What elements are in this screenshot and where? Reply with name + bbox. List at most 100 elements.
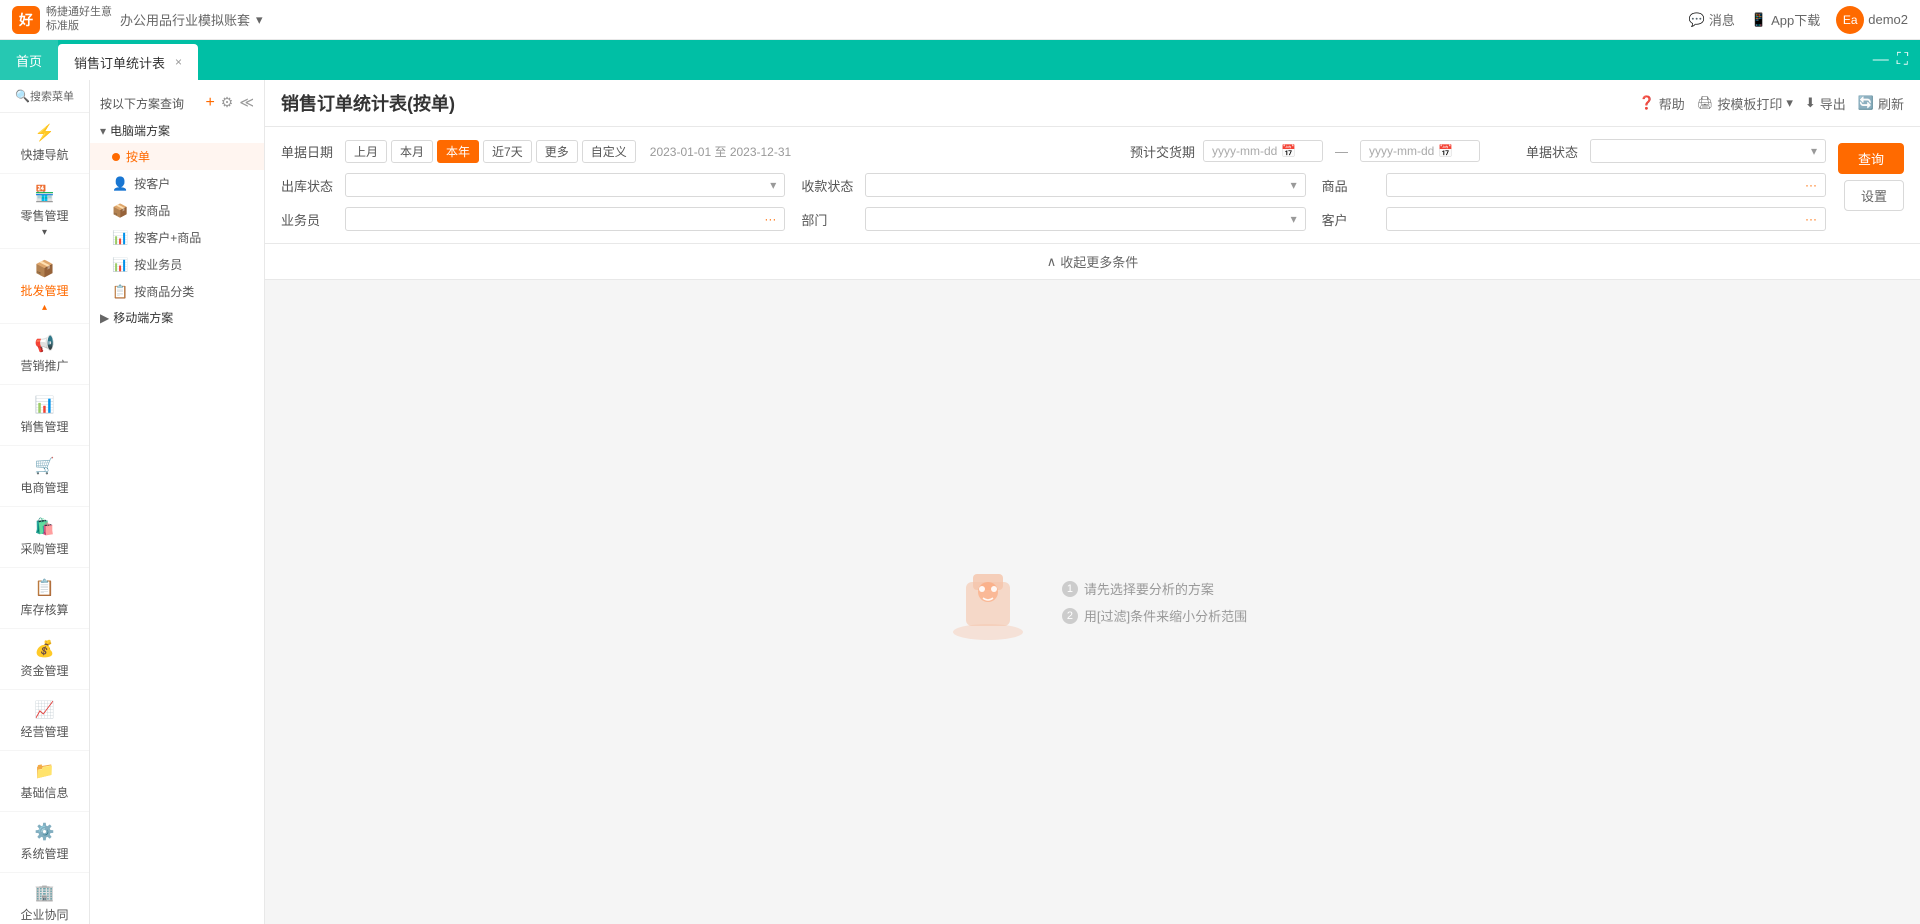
scheme-item-by-customer[interactable]: 👤 按客户 <box>90 170 264 197</box>
date-separator: — <box>1331 144 1352 159</box>
search-menu-icon: 🔍 <box>15 89 30 103</box>
scheme-item-by-order[interactable]: 按单 <box>90 143 264 170</box>
tip-num-1: 1 <box>1062 581 1078 597</box>
scheme-item-by-product[interactable]: 📦 按商品 <box>90 197 264 224</box>
workspace-selector[interactable]: 办公用品行业模拟账套 ▾ <box>120 10 263 29</box>
scheme-group-mobile-title[interactable]: ▶ 移动端方案 <box>90 305 264 330</box>
scheme-item-by-salesperson[interactable]: 📊 按业务员 <box>90 251 264 278</box>
message-btn[interactable]: 💬 消息 <box>1689 10 1735 29</box>
filter-salesperson-group: 业务员 ··· <box>281 207 785 231</box>
sidebar-item-finance[interactable]: 💰 资金管理 <box>0 629 89 690</box>
sidebar-item-inventory[interactable]: 📋 库存核算 <box>0 568 89 629</box>
tab-minimize-icon[interactable]: — <box>1873 51 1889 69</box>
filter-product-group: 商品 ··· <box>1322 173 1826 197</box>
ecommerce-icon: 🛒 <box>35 456 55 476</box>
tab-active[interactable]: 销售订单统计表 × <box>58 44 198 80</box>
workspace-dropdown-icon[interactable]: ▾ <box>256 12 263 28</box>
user-menu[interactable]: Ea demo2 <box>1836 6 1908 34</box>
sidebar-item-operations[interactable]: 📈 经营管理 <box>0 690 89 751</box>
help-icon: ❓ <box>1639 95 1655 111</box>
scheme-add-btn[interactable]: + <box>205 94 214 112</box>
page-header: 销售订单统计表(按单) ❓ 帮助 🖨 按模板打印 ▾ ⬇ 导出 <box>265 80 1920 127</box>
print-icon: 🖨 <box>1697 95 1714 111</box>
date-btn-this-month[interactable]: 本月 <box>391 140 433 163</box>
top-bar: 好 畅捷通好生意 标准版 办公用品行业模拟账套 ▾ 💬 消息 📱 App下载 E… <box>0 0 1920 40</box>
finance-icon: 💰 <box>35 639 55 659</box>
empty-tip-2: 2 用[过滤]条件来缩小分析范围 <box>1062 606 1247 625</box>
payment-status-chevron-icon: ▾ <box>1291 178 1297 192</box>
scheme-group-desktop-title[interactable]: ▾ 电脑端方案 <box>90 118 264 143</box>
query-actions: 查询 设置 <box>1838 139 1904 211</box>
scheme-item-by-customer-product[interactable]: 📊 按客户+商品 <box>90 224 264 251</box>
tab-fullscreen-icon[interactable]: ⛶ <box>1897 51 1908 69</box>
scheme-item-by-product-category[interactable]: 📋 按商品分类 <box>90 278 264 305</box>
date-btn-more[interactable]: 更多 <box>536 140 578 163</box>
print-dropdown-icon: ▾ <box>1786 95 1793 111</box>
sidebar-item-basic[interactable]: 📁 基础信息 <box>0 751 89 812</box>
delivery-date-to[interactable]: yyyy-mm-dd 📅 <box>1360 140 1480 162</box>
tab-bar-right: — ⛶ <box>1873 40 1920 80</box>
download-icon: 📱 <box>1751 12 1767 28</box>
date-btn-7days[interactable]: 近7天 <box>483 140 532 163</box>
purchase-icon: 🛍️ <box>35 517 55 537</box>
date-btn-last-month[interactable]: 上月 <box>345 140 387 163</box>
tab-home[interactable]: 首页 <box>0 40 58 80</box>
basic-icon: 📁 <box>35 761 55 781</box>
order-status-chevron-icon: ▾ <box>1811 144 1817 158</box>
tab-close-icon[interactable]: × <box>175 55 182 69</box>
customer-input[interactable]: ··· <box>1386 207 1826 231</box>
query-button[interactable]: 查询 <box>1838 143 1904 174</box>
filter-row-3: 业务员 ··· 部门 ▾ <box>281 207 1826 231</box>
template-print-btn[interactable]: 🖨 按模板打印 ▾ <box>1697 94 1793 113</box>
sidebar-item-ecommerce[interactable]: 🛒 电商管理 <box>0 446 89 507</box>
sidebar-item-marketing[interactable]: 📢 营销推广 <box>0 324 89 385</box>
operations-icon: 📈 <box>35 700 55 720</box>
filter-row-1: 单据日期 上月 本月 本年 近7天 更多 自定义 2023-01-01 至 20… <box>281 139 1826 163</box>
collapse-bar[interactable]: ∧ 收起更多条件 <box>265 244 1920 280</box>
empty-state-content: 1 请先选择要分析的方案 2 用[过滤]条件来缩小分析范围 <box>938 552 1247 652</box>
sidebar-search-menu[interactable]: 🔍 搜索菜单 <box>0 80 89 113</box>
sidebar-item-system[interactable]: ⚙️ 系统管理 <box>0 812 89 873</box>
person-icon: 👤 <box>112 176 128 192</box>
payment-status-select[interactable]: ▾ <box>865 173 1305 197</box>
app-download-btn[interactable]: 📱 App下载 <box>1751 10 1820 29</box>
filter-area: 单据日期 上月 本月 本年 近7天 更多 自定义 2023-01-01 至 20… <box>265 127 1920 244</box>
sidebar-item-retail[interactable]: 🏪 零售管理 ▾ <box>0 174 89 249</box>
product-input[interactable]: ··· <box>1386 173 1826 197</box>
date-btn-custom[interactable]: 自定义 <box>582 140 636 163</box>
order-status-select[interactable]: ▾ <box>1590 139 1826 163</box>
sidebar-item-purchase[interactable]: 🛍️ 采购管理 <box>0 507 89 568</box>
product-icon: 📦 <box>112 203 128 219</box>
department-select[interactable]: ▾ <box>865 207 1305 231</box>
chart-bar-icon: 📊 <box>112 257 128 273</box>
refresh-btn[interactable]: 🔄 刷新 <box>1858 94 1904 113</box>
wholesale-icon: 📦 <box>35 259 55 279</box>
sidebar-item-enterprise[interactable]: 🏢 企业协同 <box>0 873 89 924</box>
shipping-status-select[interactable]: ▾ <box>345 173 785 197</box>
date-btn-this-year[interactable]: 本年 <box>437 140 479 163</box>
collapse-icon: ∧ <box>1047 254 1057 270</box>
delivery-date-from[interactable]: yyyy-mm-dd 📅 <box>1203 140 1323 162</box>
empty-tips: 1 请先选择要分析的方案 2 用[过滤]条件来缩小分析范围 <box>1062 579 1247 625</box>
calendar-from-icon: 📅 <box>1281 144 1296 158</box>
scheme-collapse-btn[interactable]: ≪ <box>239 94 254 112</box>
date-range-display: 2023-01-01 至 2023-12-31 <box>650 143 791 160</box>
enterprise-icon: 🏢 <box>35 883 55 903</box>
help-btn[interactable]: ❓ 帮助 <box>1639 94 1685 113</box>
sidebar-item-quick-nav[interactable]: ⚡ 快捷导航 <box>0 113 89 174</box>
settings-button[interactable]: 设置 <box>1844 180 1904 211</box>
avatar: Ea <box>1836 6 1864 34</box>
empty-tip-1: 1 请先选择要分析的方案 <box>1062 579 1247 598</box>
sidebar-item-wholesale[interactable]: 📦 批发管理 ▴ <box>0 249 89 324</box>
filter-customer-group: 客户 ··· <box>1322 207 1826 231</box>
active-dot-icon <box>112 153 120 161</box>
scheme-panel: 按以下方案查询 + ⚙ ≪ ▾ 电脑端方案 按单 👤 按客 <box>90 80 265 924</box>
page-header-actions: ❓ 帮助 🖨 按模板打印 ▾ ⬇ 导出 🔄 刷新 <box>1639 94 1904 113</box>
salesperson-input[interactable]: ··· <box>345 207 785 231</box>
export-btn[interactable]: ⬇ 导出 <box>1805 94 1846 113</box>
sidebar-item-sales[interactable]: 📊 销售管理 <box>0 385 89 446</box>
system-icon: ⚙️ <box>35 822 55 842</box>
shipping-status-chevron-icon: ▾ <box>770 178 776 192</box>
empty-illustration <box>938 552 1038 652</box>
scheme-settings-btn[interactable]: ⚙ <box>221 94 234 112</box>
